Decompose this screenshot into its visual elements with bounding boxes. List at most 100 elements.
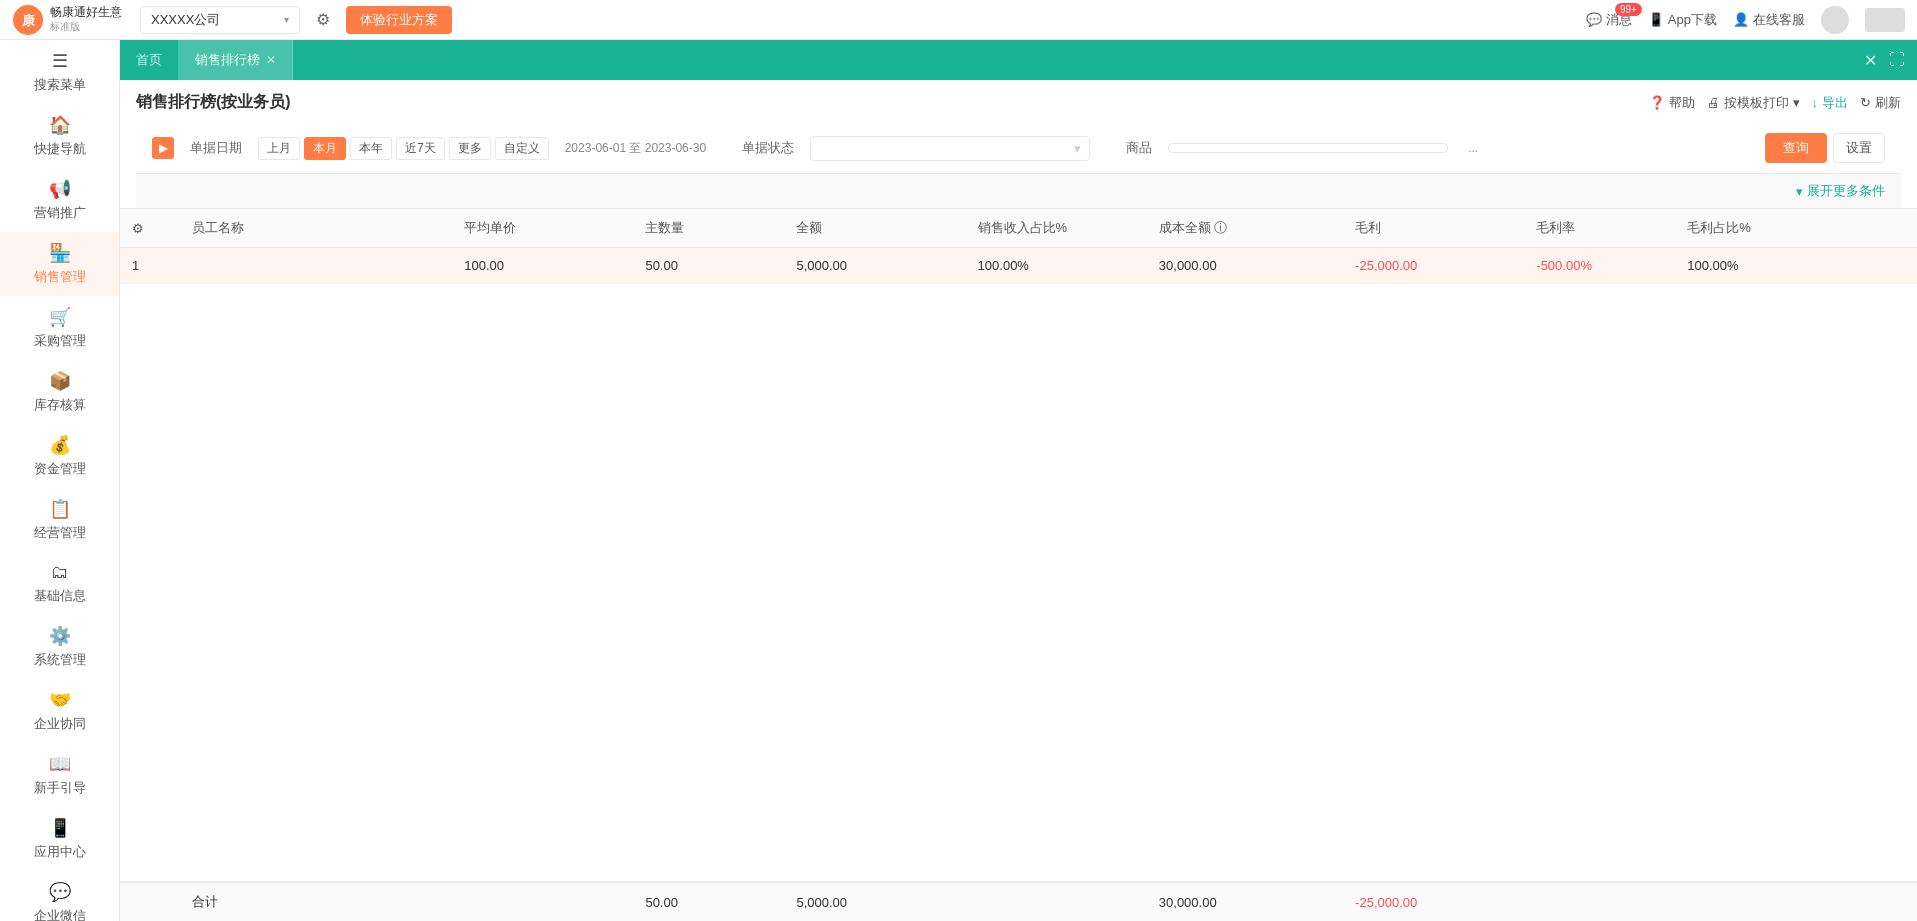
- service-icon: 👤: [1733, 12, 1749, 27]
- sidebar-item-label: 快捷导航: [34, 140, 86, 158]
- col-qty-header: 主数量: [633, 209, 784, 248]
- sales-icon: 🏪: [49, 242, 71, 264]
- chevron-down-icon: ▾: [284, 14, 289, 25]
- search-order-icon: ☰: [52, 50, 68, 72]
- sidebar-item-sales[interactable]: 🏪 销售管理: [0, 232, 119, 296]
- expand-row: ▾ 展开更多条件: [136, 173, 1901, 208]
- sidebar-item-purchase[interactable]: 🛒 采购管理: [0, 296, 119, 360]
- sidebar-item-system[interactable]: ⚙️ 系统管理: [0, 615, 119, 679]
- goods-select[interactable]: [1168, 143, 1448, 153]
- sidebar-item-marketing[interactable]: 📢 营销推广: [0, 168, 119, 232]
- custom-period-btn[interactable]: 自定义: [495, 137, 549, 160]
- sidebar-item-search-order[interactable]: ☰ 搜索菜单: [0, 40, 119, 104]
- cell-avg-price: 100.00: [452, 248, 633, 284]
- status-dropdown-icon: ▾: [1074, 141, 1081, 156]
- last-month-btn[interactable]: 上月: [258, 137, 300, 160]
- sidebar-item-guide[interactable]: 📖 新手引导: [0, 743, 119, 807]
- filter-ellipsis[interactable]: ...: [1468, 141, 1478, 155]
- page-header-top: 销售排行榜(按业务员) ❓ 帮助 🖨 按模板打印 ▾ ↓: [136, 92, 1901, 113]
- last7days-btn[interactable]: 近7天: [396, 137, 445, 160]
- print-icon: 🖨: [1707, 95, 1720, 110]
- footer-empty1: [120, 883, 180, 921]
- app-download-button[interactable]: 📱 App下载: [1648, 11, 1717, 29]
- cell-gross-rate: -500.00%: [1524, 248, 1675, 284]
- page-header: 销售排行榜(按业务员) ❓ 帮助 🖨 按模板打印 ▾ ↓: [120, 80, 1917, 209]
- settings-gear-icon[interactable]: ⚙: [132, 221, 144, 236]
- sidebar-item-capital[interactable]: 💰 资金管理: [0, 424, 119, 488]
- sidebar-item-basic-info[interactable]: 🗂 基础信息: [0, 552, 119, 615]
- date-period-group: 上月 本月 本年 近7天 更多 自定义: [258, 137, 549, 160]
- col-avg-price-header: 平均单价: [452, 209, 633, 248]
- app-center-icon: 📱: [49, 817, 71, 839]
- cell-gross: -25,000.00: [1343, 248, 1524, 284]
- expand-conditions-button[interactable]: ▾ 展开更多条件: [1796, 182, 1885, 200]
- tab-home[interactable]: 首页: [120, 40, 179, 80]
- sidebar-item-label: 采购管理: [34, 332, 86, 350]
- footer-cost: 30,000.00: [1147, 883, 1343, 921]
- tab-maximize-icon[interactable]: ⛶: [1889, 51, 1905, 69]
- tab-bar-right: ✕ ⛶: [1852, 40, 1917, 80]
- message-button[interactable]: 💬 消息 99+: [1586, 11, 1632, 29]
- status-label: 单据状态: [742, 139, 794, 157]
- footer-gross: -25,000.00: [1343, 883, 1524, 921]
- sidebar-item-app-center[interactable]: 📱 应用中心: [0, 807, 119, 871]
- help-icon: ❓: [1649, 95, 1665, 110]
- date-range-text: 2023-06-01 至 2023-06-30: [565, 140, 706, 157]
- guide-icon: 📖: [49, 753, 71, 775]
- cell-name: [180, 248, 452, 284]
- content-area: 首页 销售排行榜 ✕ ✕ ⛶ 销售排行榜(按业务员) ❓ 帮助: [120, 40, 1917, 921]
- page-title: 销售排行榜(按业务员): [136, 92, 291, 113]
- top-bar: 康 畅康通好生意 标准版 XXXXX公司 ▾ ⚙ 体验行业方案 💬 消息 99+…: [0, 0, 1917, 40]
- settings-button[interactable]: 设置: [1833, 133, 1885, 163]
- sidebar-item-quick-nav[interactable]: 🏠 快捷导航: [0, 104, 119, 168]
- col-rank-header: ⚙: [120, 209, 180, 248]
- tab-close-all-icon[interactable]: ✕: [1864, 51, 1877, 70]
- capital-icon: 💰: [49, 434, 71, 456]
- message-badge: 99+: [1615, 3, 1642, 16]
- tab-sales-rank[interactable]: 销售排行榜 ✕: [179, 40, 293, 80]
- status-select[interactable]: ▾: [810, 136, 1090, 161]
- footer-qty: 50.00: [633, 883, 784, 921]
- footer-extra: [1857, 883, 1917, 921]
- sidebar-item-label: 销售管理: [34, 268, 86, 286]
- sidebar-item-label: 搜索菜单: [34, 76, 86, 94]
- tab-close-icon[interactable]: ✕: [266, 53, 276, 67]
- print-button[interactable]: 🖨 按模板打印 ▾: [1707, 94, 1800, 112]
- footer-gross-pct: [1675, 883, 1856, 921]
- trial-button[interactable]: 体验行业方案: [346, 6, 452, 34]
- wechat-icon: 💬: [49, 881, 71, 903]
- query-button[interactable]: 查询: [1765, 133, 1827, 163]
- export-button[interactable]: ↓ 导出: [1812, 94, 1849, 112]
- filter-toggle-icon[interactable]: ▶: [152, 137, 174, 159]
- sidebar-item-wechat[interactable]: 💬 企业微信: [0, 871, 119, 921]
- header-actions: ❓ 帮助 🖨 按模板打印 ▾ ↓ 导出 ↻: [1649, 94, 1902, 112]
- this-month-btn[interactable]: 本月: [304, 137, 346, 160]
- table-row: 1 100.00 50.00 5,000.00 100.00% 30,000.0…: [120, 248, 1917, 284]
- company-selector[interactable]: XXXXX公司 ▾: [140, 6, 300, 34]
- table-footer: 合计 50.00 5,000.00 30,000.00 -25,000.00: [120, 881, 1917, 921]
- avatar[interactable]: [1821, 6, 1849, 34]
- refresh-button[interactable]: ↻ 刷新: [1860, 94, 1901, 112]
- footer-table: 合计 50.00 5,000.00 30,000.00 -25,000.00: [120, 883, 1917, 921]
- sidebar-item-label: 企业协同: [34, 715, 86, 733]
- col-amount-header: 全额: [784, 209, 965, 248]
- online-service-button[interactable]: 👤 在线客服: [1733, 11, 1805, 29]
- sidebar-item-operations[interactable]: 📋 经营管理: [0, 488, 119, 552]
- sidebar-item-inventory[interactable]: 📦 库存核算: [0, 360, 119, 424]
- logo-line1: 畅康通好生意: [50, 5, 122, 21]
- basic-info-icon: 🗂: [51, 562, 69, 583]
- sidebar-item-label: 应用中心: [34, 843, 86, 861]
- quick-nav-icon: 🏠: [49, 114, 71, 136]
- cell-qty: 50.00: [633, 248, 784, 284]
- help-button[interactable]: ❓ 帮助: [1649, 94, 1695, 112]
- sidebar-item-enterprise[interactable]: 🤝 企业协同: [0, 679, 119, 743]
- company-settings-icon[interactable]: ⚙: [308, 5, 338, 35]
- operations-icon: 📋: [49, 498, 71, 520]
- this-year-btn[interactable]: 本年: [350, 137, 392, 160]
- more-period-btn[interactable]: 更多: [449, 137, 491, 160]
- expand-icon: ▾: [1796, 184, 1803, 199]
- cell-extra: [1857, 248, 1917, 284]
- sidebar-item-label: 系统管理: [34, 651, 86, 669]
- footer-avg-price: [452, 883, 633, 921]
- cell-sales-pct: 100.00%: [966, 248, 1147, 284]
